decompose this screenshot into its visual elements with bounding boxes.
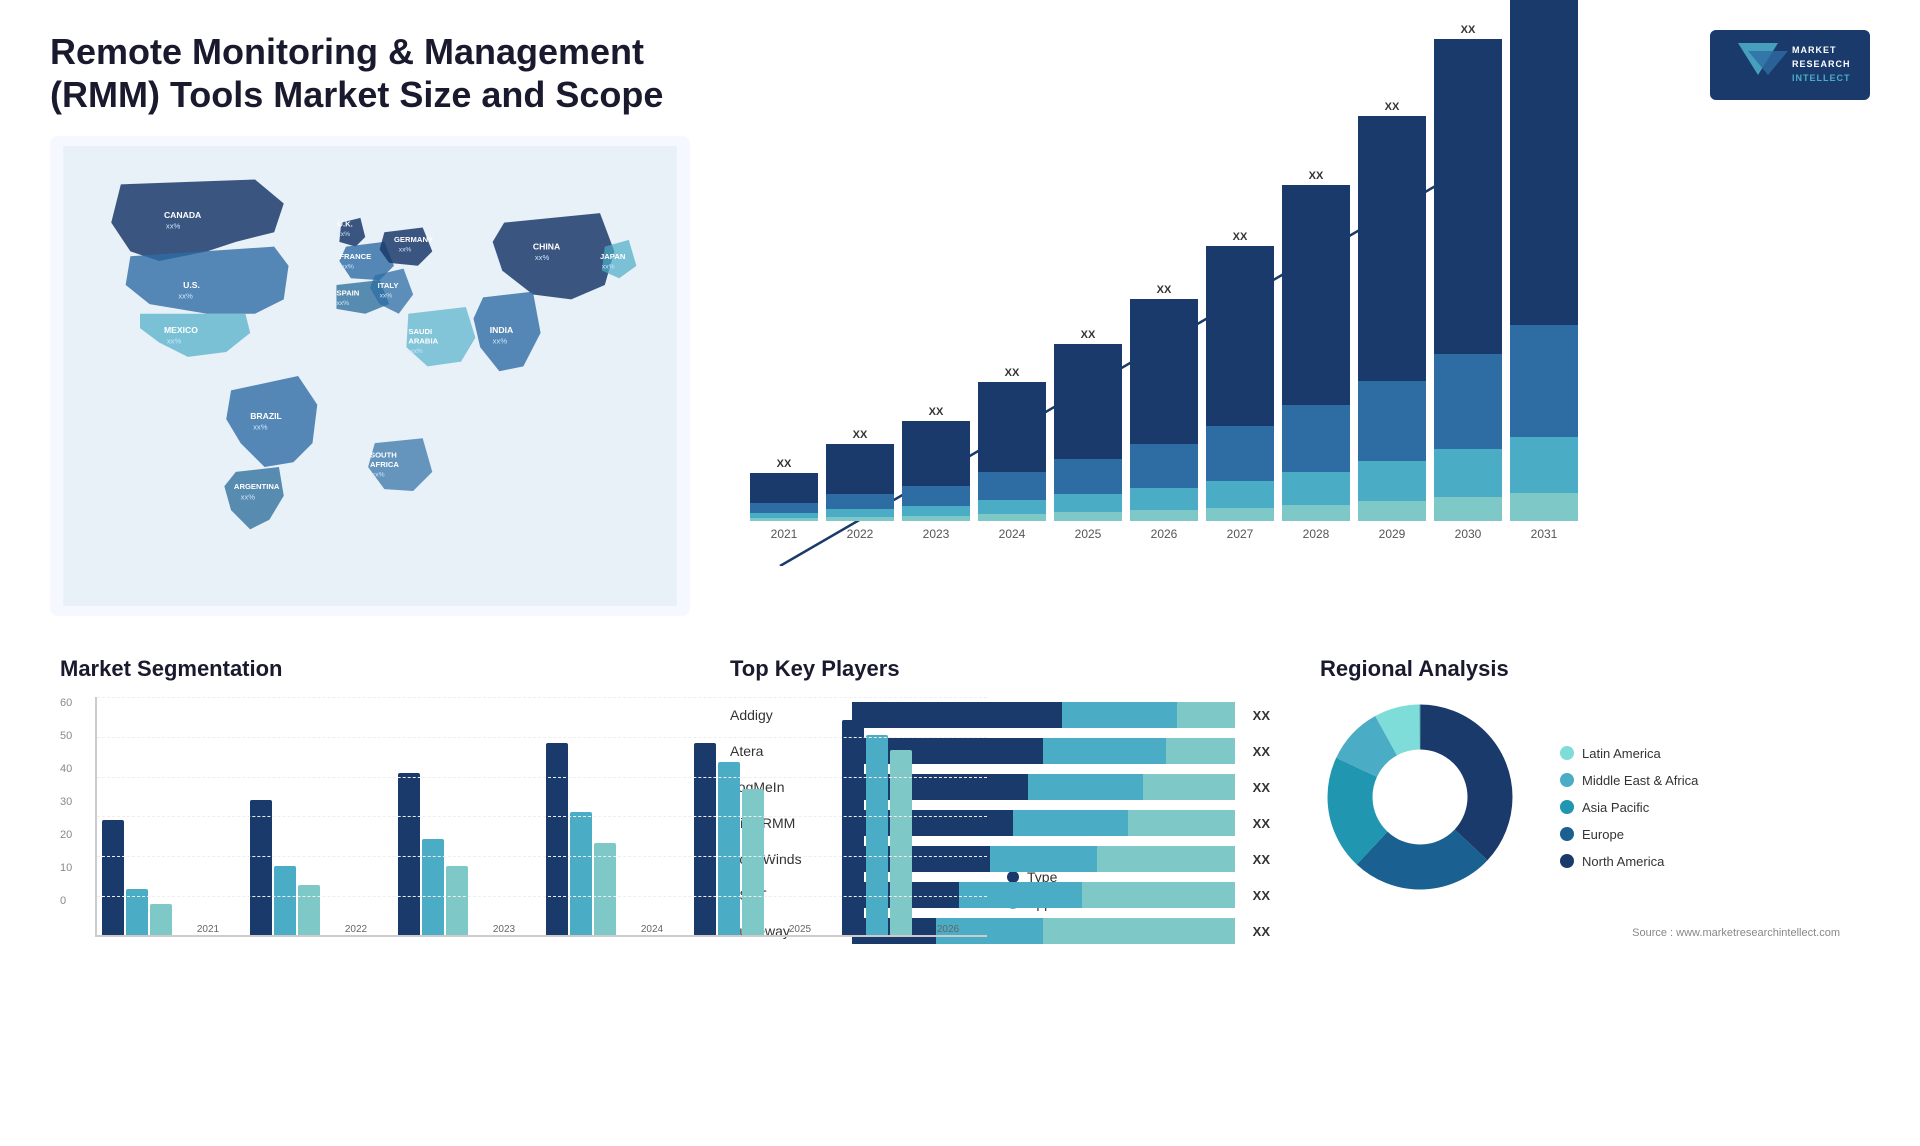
logo: MARKET RESEARCH INTELLECT [1710,30,1870,100]
bar-2028: XX 2028 [1282,170,1350,541]
world-map: CANADA xx% U.S. xx% MEXICO xx% BRAZIL xx… [60,146,680,606]
regional-title: Regional Analysis [1320,656,1860,682]
dot-asia-pacific [1560,800,1574,814]
regional-legend: Latin America Middle East & Africa Asia … [1560,746,1698,869]
regional-content: Latin America Middle East & Africa Asia … [1320,697,1860,917]
svg-text:xx%: xx% [410,348,423,355]
dot-north-america [1560,854,1574,868]
bar-2024: XX 2024 [978,367,1046,541]
svg-text:AFRICA: AFRICA [370,460,399,469]
map-section: CANADA xx% U.S. xx% MEXICO xx% BRAZIL xx… [50,136,690,616]
svg-text:CHINA: CHINA [533,242,560,252]
bar-2031: XX 2031 [1510,0,1578,541]
donut-chart [1320,697,1540,917]
bar-2023: XX 2023 [902,406,970,541]
seg-bars-inner: 2021 2022 2023 [95,697,987,937]
svg-text:U.K.: U.K. [337,220,352,229]
dot-europe [1560,827,1574,841]
svg-text:BRAZIL: BRAZIL [250,412,282,422]
segmentation-chart: 60 50 40 30 20 10 0 [60,697,680,937]
bar-2022: XX 2022 [826,429,894,541]
svg-text:SOUTH: SOUTH [370,451,397,460]
svg-text:xx%: xx% [380,293,393,300]
svg-text:xx%: xx% [493,337,508,346]
seg-bar-2022: 2022 [250,800,390,935]
main-grid: CANADA xx% U.S. xx% MEXICO xx% BRAZIL xx… [50,136,1870,636]
svg-text:ARABIA: ARABIA [408,337,438,346]
svg-text:xx%: xx% [399,247,412,254]
seg-bar-2024: 2024 [546,743,686,935]
svg-text:xx%: xx% [178,292,193,301]
svg-text:U.S.: U.S. [183,280,200,290]
seg-bar-2021: 2021 [102,820,242,935]
svg-text:xx%: xx% [166,222,181,231]
svg-text:xx%: xx% [336,300,349,307]
svg-text:xx%: xx% [241,493,256,502]
legend-europe: Europe [1560,827,1698,842]
seg-y-labels: 60 50 40 30 20 10 0 [60,697,72,907]
svg-text:xx%: xx% [341,264,354,271]
legend-middle-east: Middle East & Africa [1560,773,1698,788]
svg-text:xx%: xx% [253,423,268,432]
bar-2030: XX 2030 [1434,24,1502,541]
svg-text:SAUDI: SAUDI [408,327,432,336]
legend-latin-america: Latin America [1560,746,1698,761]
svg-text:JAPAN: JAPAN [600,252,626,261]
bar-chart-wrapper: XX 2021 XX [740,146,1850,606]
svg-text:ARGENTINA: ARGENTINA [234,482,280,491]
svg-text:SPAIN: SPAIN [336,289,359,298]
bar-2029: XX 2029 [1358,101,1426,541]
legend-asia-pacific: Asia Pacific [1560,800,1698,815]
svg-text:INTELLECT: INTELLECT [1792,73,1851,83]
bar-2027: XX 2027 [1206,231,1274,541]
seg-bar-2023: 2023 [398,773,538,935]
legend-north-america: North America [1560,854,1698,869]
svg-text:ITALY: ITALY [378,281,399,290]
svg-text:xx%: xx% [337,231,350,238]
svg-text:GERMANY: GERMANY [394,235,433,244]
seg-bar-2025: 2025 [694,743,834,935]
segmentation-section: Market Segmentation 60 50 40 30 20 10 0 [50,646,690,954]
svg-text:MEXICO: MEXICO [164,325,198,335]
players-title: Top Key Players [730,656,1270,682]
regional-section: Regional Analysis [1310,646,1870,954]
bar-2026: XX 2026 [1130,284,1198,541]
svg-text:MARKET: MARKET [1792,45,1837,55]
svg-text:xx%: xx% [602,264,615,271]
dot-latin-america [1560,746,1574,760]
bottom-grid: Market Segmentation 60 50 40 30 20 10 0 [50,646,1870,954]
bar-chart-section: XX 2021 XX [720,136,1870,616]
header: Remote Monitoring & Management (RMM) Too… [50,30,1870,116]
svg-text:CANADA: CANADA [164,210,201,220]
seg-bars-wrapper: 60 50 40 30 20 10 0 [60,697,987,937]
svg-text:FRANCE: FRANCE [339,252,371,261]
source-text: Source : www.marketresearchintellect.com [1320,927,1860,939]
page-container: Remote Monitoring & Management (RMM) Too… [0,0,1920,1146]
svg-text:xx%: xx% [372,472,385,479]
bar-2025: XX 2025 [1054,329,1122,541]
svg-text:RESEARCH: RESEARCH [1792,59,1851,69]
donut-svg [1320,697,1520,897]
segmentation-title: Market Segmentation [60,656,680,682]
bars-container: XX 2021 XX [750,146,1850,576]
page-title: Remote Monitoring & Management (RMM) Too… [50,30,750,116]
bar-2021: XX 2021 [750,458,818,541]
svg-text:xx%: xx% [167,337,182,346]
svg-text:INDIA: INDIA [490,325,513,335]
svg-text:xx%: xx% [535,253,550,262]
dot-middle-east [1560,773,1574,787]
seg-bar-2026: 2026 [842,720,982,935]
